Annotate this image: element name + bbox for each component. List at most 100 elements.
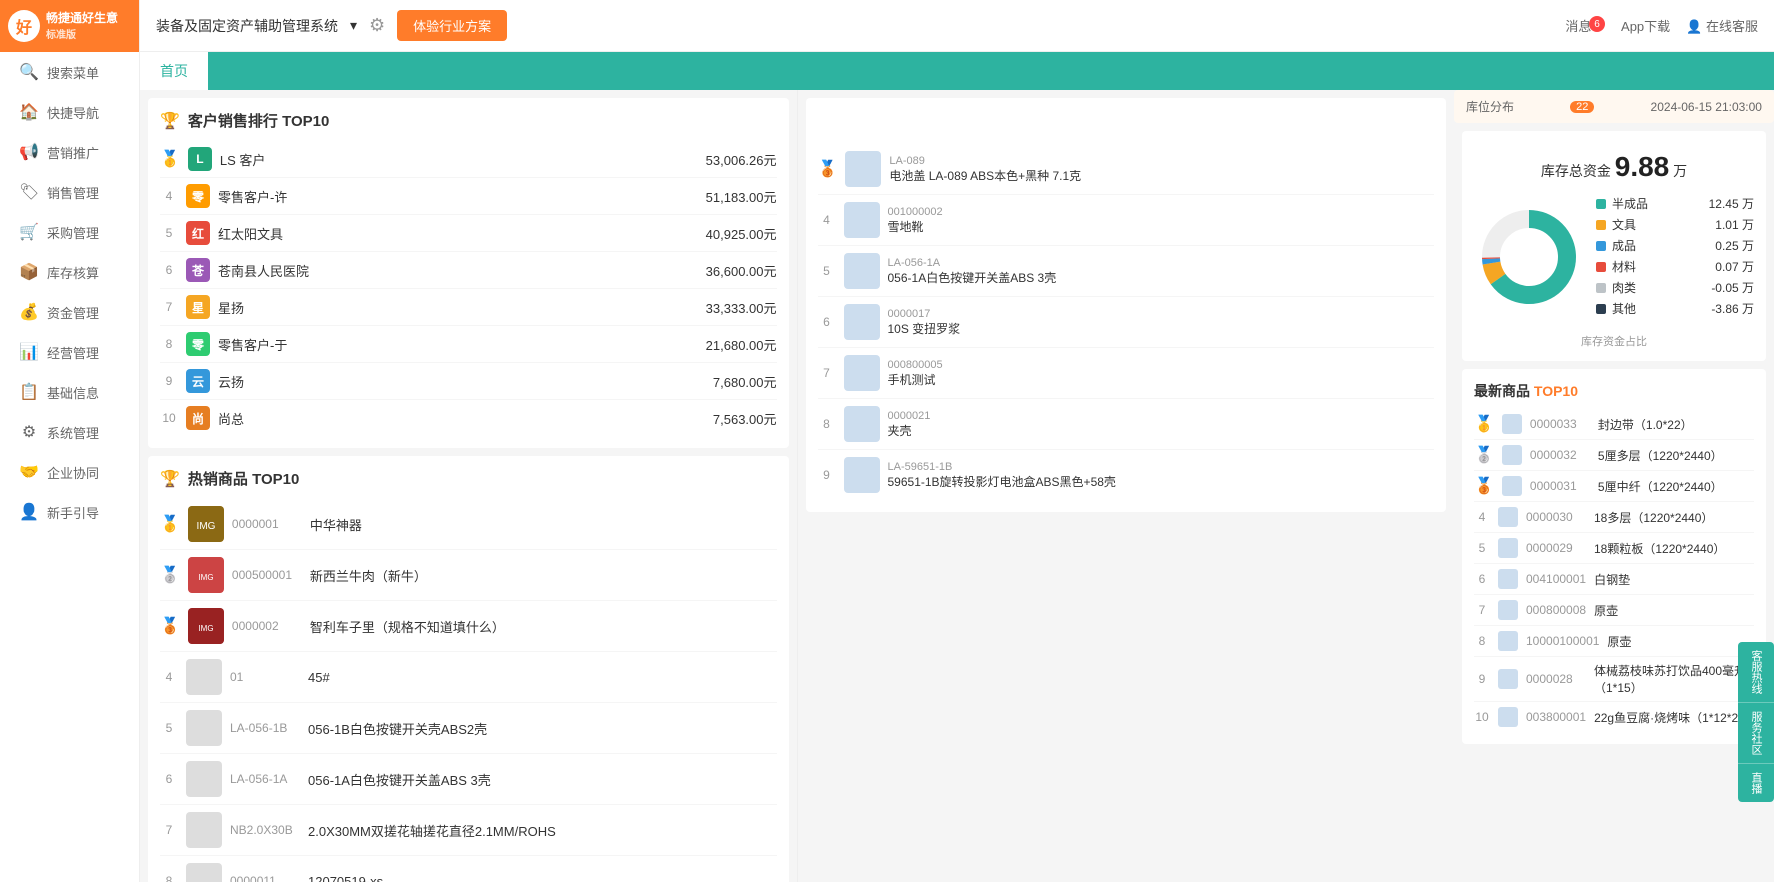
product-name-2: 新西兰牛肉（新牛） bbox=[310, 566, 777, 585]
rproduct-row-3: 🥉 LA-089 电池盖 LA-089 ABS本色+黑种 7.1克 bbox=[818, 144, 1435, 195]
rank-num-8: 8 bbox=[160, 337, 178, 351]
latest-name-2: 5厘多层（1220*2440） bbox=[1598, 447, 1754, 464]
home-icon: 🏠 bbox=[19, 102, 39, 122]
rank-5: 5 bbox=[160, 721, 178, 735]
legend-dot-0 bbox=[1596, 199, 1606, 209]
message-link[interactable]: 消息 6 bbox=[1565, 16, 1605, 35]
ranking-row-5: 5 红 红太阳文具 40,925.00元 bbox=[160, 215, 777, 252]
sidebar-item-system[interactable]: ⚙ 系统管理 bbox=[0, 412, 139, 452]
sidebar-item-label: 搜索菜单 bbox=[47, 63, 99, 82]
legend-value-3: 0.07 万 bbox=[1715, 258, 1754, 275]
ranking-row-10: 10 尚 尚总 7,563.00元 bbox=[160, 400, 777, 436]
rproduct-row-6: 6 0000017 10S 变扭罗浆 bbox=[818, 297, 1435, 348]
sidebar-item-marketing[interactable]: 📢 营销推广 bbox=[0, 132, 139, 172]
hot-products-right-card: 🥉 LA-089 电池盖 LA-089 ABS本色+黑种 7.1克 4 bbox=[806, 98, 1447, 512]
right-panel: 库位分布 22 2024-06-15 21:03:00 库存总资金 9.88 万 bbox=[1454, 90, 1774, 882]
ranking-row-7: 7 星 星扬 33,333.00元 bbox=[160, 289, 777, 326]
product-name-1: 中华神器 bbox=[310, 515, 777, 534]
product-row-8: 8 0000011 12070519-xs bbox=[160, 856, 777, 882]
svg-text:IMG: IMG bbox=[198, 624, 213, 633]
app-title-dropdown[interactable]: ▾ bbox=[350, 17, 357, 34]
message-badge: 6 bbox=[1589, 16, 1605, 32]
trophy-icon: 🏆 bbox=[160, 111, 180, 131]
latest-row-5: 5 0000029 18颗粒板（1220*2440） bbox=[1474, 533, 1754, 564]
customer-badge-5: 红 bbox=[186, 221, 210, 245]
rank-num-7: 7 bbox=[160, 300, 178, 314]
rrank-6: 6 bbox=[818, 315, 836, 329]
rproduct-row-5: 5 LA-056-1A 056-1A白色按键开关盖ABS 3壳 bbox=[818, 246, 1435, 297]
legend-item-1: 文具 1.01 万 bbox=[1596, 216, 1754, 233]
online-service-link[interactable]: 👤 在线客服 bbox=[1686, 16, 1758, 35]
customer-name-10: 尚总 bbox=[218, 409, 705, 428]
rproduct-name-3: 电池盖 LA-089 ABS本色+黑种 7.1克 bbox=[889, 167, 1081, 184]
float-btn-community[interactable]: 服务社区 bbox=[1738, 703, 1774, 764]
rrank-7: 7 bbox=[818, 366, 836, 380]
product-name-4: 45# bbox=[308, 670, 777, 685]
app-name: 畅捷通好生意 bbox=[46, 11, 118, 27]
sidebar-item-label: 销售管理 bbox=[47, 183, 99, 202]
latest-rank-9: 9 bbox=[1474, 672, 1490, 686]
sidebar-item-inventory[interactable]: 📦 库存核算 bbox=[0, 252, 139, 292]
box-icon: 📦 bbox=[19, 262, 39, 282]
logo-icon: 好 bbox=[8, 10, 40, 42]
product-name-3: 智利车子里（规格不知道填什么） bbox=[310, 617, 777, 636]
sidebar-item-sales[interactable]: 🏷 销售管理 bbox=[0, 172, 139, 212]
sidebar-item-guide[interactable]: 👤 新手引导 bbox=[0, 492, 139, 532]
latest-rank-7: 7 bbox=[1474, 603, 1490, 617]
rproduct-name-6: 10S 变扭罗浆 bbox=[888, 320, 961, 337]
latest-rank-10: 10 bbox=[1474, 710, 1490, 724]
latest-rank-8: 8 bbox=[1474, 634, 1490, 648]
sidebar-item-purchase[interactable]: 🛒 采购管理 bbox=[0, 212, 139, 252]
float-btn-live[interactable]: 直播 bbox=[1738, 764, 1774, 802]
rank-num-10: 10 bbox=[160, 411, 178, 425]
product-row-2: 🥈 IMG 000500001 新西兰牛肉（新牛） bbox=[160, 550, 777, 601]
rank-8: 8 bbox=[160, 874, 178, 882]
product-row-4: 4 01 45# bbox=[160, 652, 777, 703]
customer-name-6: 苍南县人民医院 bbox=[218, 261, 698, 280]
rproduct-row-7: 7 000800005 手机测试 bbox=[818, 348, 1435, 399]
legend-value-2: 0.25 万 bbox=[1715, 237, 1754, 254]
tab-home[interactable]: 首页 bbox=[140, 52, 208, 90]
latest-row-10: 10 003800001 22g鱼豆腐·烧烤味（1*12*20） bbox=[1474, 702, 1754, 732]
sidebar-item-search[interactable]: 🔍 搜索菜单 bbox=[0, 52, 139, 92]
legend-label-5: 其他 bbox=[1612, 300, 1705, 317]
settings-icon[interactable]: ⚙ bbox=[369, 15, 385, 36]
customer-amount-1: 53,006.26元 bbox=[706, 150, 777, 169]
rmedal-3: 🥉 bbox=[818, 159, 838, 179]
rproduct-name-5: 056-1A白色按键开关盖ABS 3壳 bbox=[888, 269, 1057, 286]
sidebar-item-label: 基础信息 bbox=[47, 383, 99, 402]
rproduct-row-4: 4 001000002 雪地靴 bbox=[818, 195, 1435, 246]
legend-list: 半成品 12.45 万 文具 1.01 万 成品 0.25 万 bbox=[1596, 195, 1754, 321]
customer-name-5: 红太阳文具 bbox=[218, 224, 698, 243]
latest-code-4: 0000030 bbox=[1526, 510, 1586, 524]
legend-dot-3 bbox=[1596, 262, 1606, 272]
latest-row-9: 9 0000028 体械荔枝味苏打饮品400毫升（1*15） bbox=[1474, 657, 1754, 702]
ranking-row-4: 4 零 零售客户-许 51,183.00元 bbox=[160, 178, 777, 215]
customer-amount-10: 7,563.00元 bbox=[713, 409, 777, 428]
customer-badge-10: 尚 bbox=[186, 406, 210, 430]
sidebar-item-quicknav[interactable]: 🏠 快捷导航 bbox=[0, 92, 139, 132]
sidebar-item-finance[interactable]: 💰 资金管理 bbox=[0, 292, 139, 332]
latest-name-7: 原壶 bbox=[1594, 602, 1754, 619]
inventory-strip-label: 库位分布 bbox=[1466, 98, 1514, 115]
customer-name-1: LS 客户 bbox=[220, 150, 698, 169]
customer-name-8: 零售客户-于 bbox=[218, 335, 698, 354]
latest-name-8: 原壶 bbox=[1607, 633, 1754, 650]
trial-button[interactable]: 体验行业方案 bbox=[397, 10, 507, 41]
latest-row-6: 6 004100001 白钢垫 bbox=[1474, 564, 1754, 595]
hot-trophy-icon: 🏆 bbox=[160, 469, 180, 489]
app-download-link[interactable]: App下载 bbox=[1621, 16, 1670, 35]
sidebar-item-collab[interactable]: 🤝 企业协同 bbox=[0, 452, 139, 492]
nav-tabs: 首页 bbox=[140, 52, 1774, 90]
ranking-row-9: 9 云 云扬 7,680.00元 bbox=[160, 363, 777, 400]
inventory-strip-count: 22 bbox=[1570, 101, 1594, 113]
tag-icon: 🏷 bbox=[19, 182, 39, 202]
sidebar-item-basics[interactable]: 📋 基础信息 bbox=[0, 372, 139, 412]
latest-code-10: 003800001 bbox=[1526, 710, 1586, 724]
float-btn-service[interactable]: 客服热线 bbox=[1738, 642, 1774, 703]
product-img-7 bbox=[186, 812, 222, 848]
product-code-1: 0000001 bbox=[232, 517, 302, 531]
legend-value-4: -0.05 万 bbox=[1711, 279, 1754, 296]
latest-icon-5 bbox=[1498, 538, 1518, 558]
sidebar-item-management[interactable]: 📊 经营管理 bbox=[0, 332, 139, 372]
